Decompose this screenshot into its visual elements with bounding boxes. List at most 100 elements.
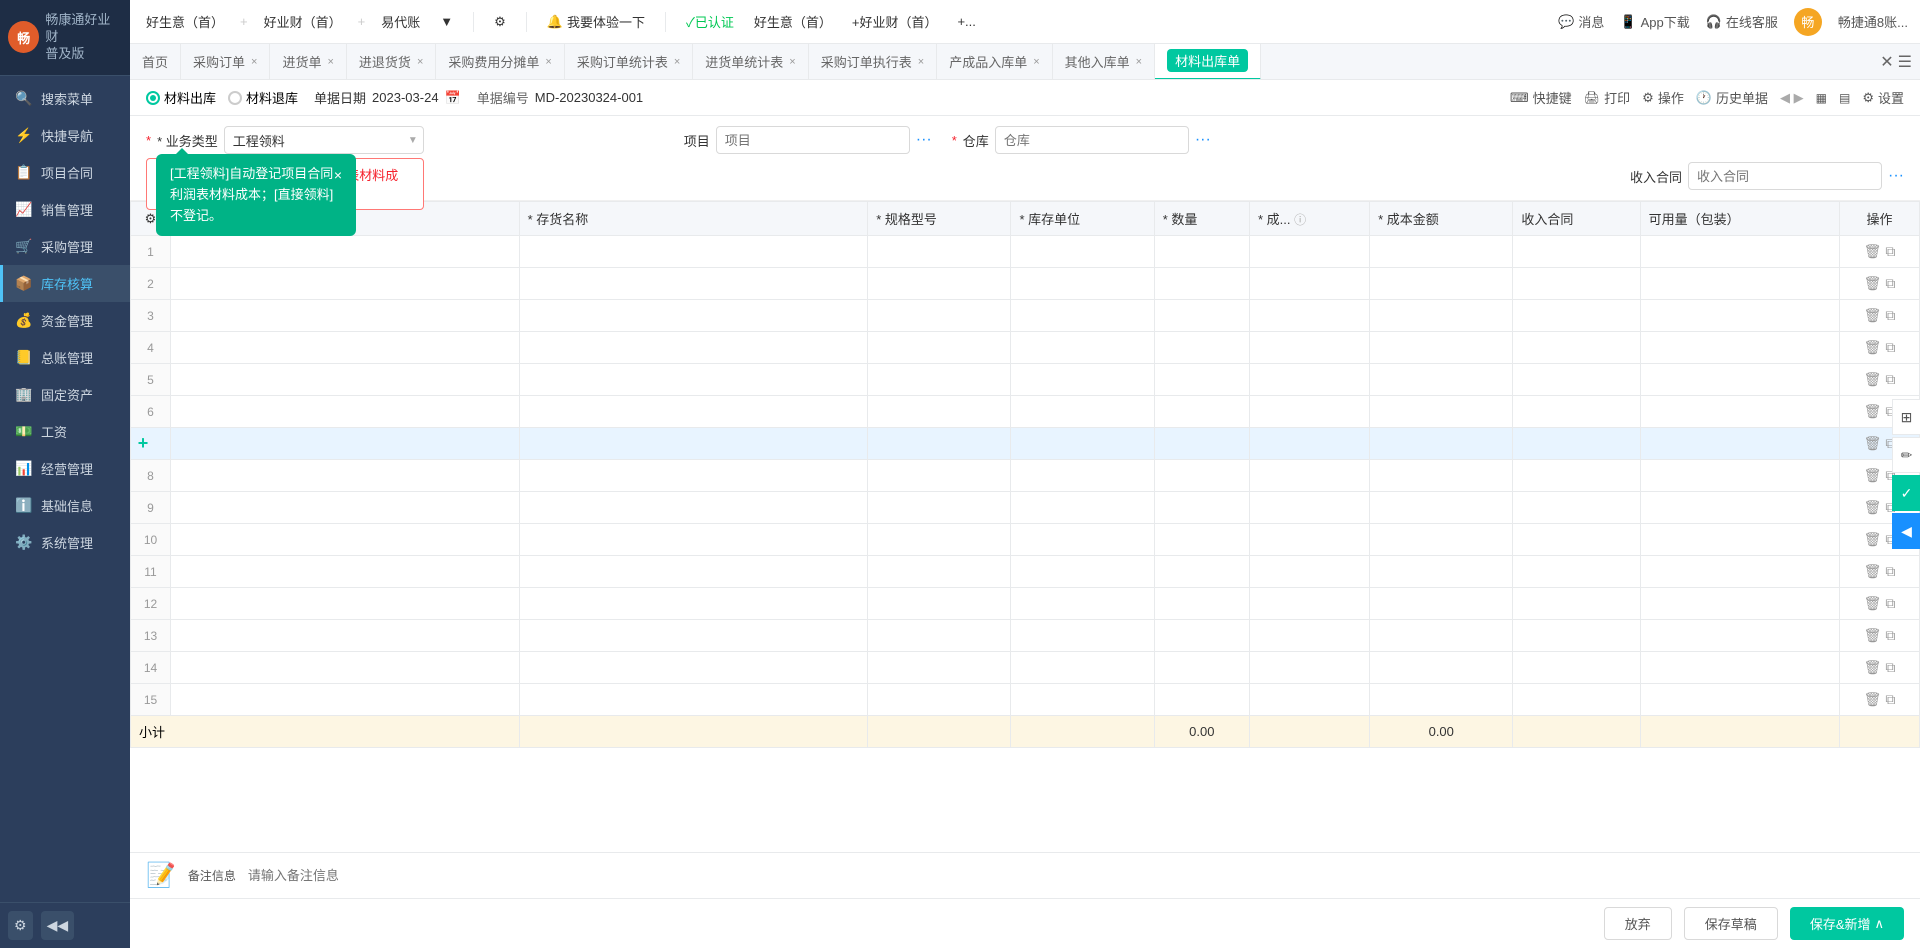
copy-icon[interactable]: ⧉ — [1885, 243, 1895, 260]
nav-settings-icon[interactable]: ⚙ — [490, 12, 510, 32]
nav-hs2[interactable]: 好生意（首） — [750, 10, 836, 33]
sidebar-item-采购管理[interactable]: 🛒采购管理 — [0, 228, 130, 265]
project-input[interactable] — [716, 126, 910, 154]
app-download-btn[interactable]: 📱 App下载 — [1620, 12, 1689, 31]
nav-certified[interactable]: ✓已认证 — [682, 10, 738, 33]
cell-spec[interactable] — [868, 492, 1011, 524]
delete-icon[interactable]: 🗑 — [1864, 403, 1882, 420]
tab-close-icon[interactable]: × — [674, 56, 680, 68]
view-mode-grid[interactable]: ▦ — [1816, 91, 1827, 105]
cell-project[interactable] — [171, 396, 520, 428]
cell-project[interactable] — [171, 524, 520, 556]
cell-project[interactable] — [171, 620, 520, 652]
copy-icon[interactable]: ⧉ — [1885, 659, 1895, 676]
cell-project[interactable] — [171, 268, 520, 300]
cell-cost[interactable] — [1249, 268, 1369, 300]
cell-project[interactable] — [171, 556, 520, 588]
user-avatar[interactable]: 畅 — [1794, 8, 1822, 36]
cell-goods-name[interactable] — [519, 236, 868, 268]
cell-qty[interactable] — [1154, 556, 1249, 588]
tab-close-icon[interactable]: × — [1033, 56, 1039, 68]
cell-unit[interactable] — [1011, 620, 1154, 652]
cell-unit[interactable] — [1011, 684, 1154, 716]
cell-qty[interactable] — [1154, 588, 1249, 620]
discard-button[interactable]: 放弃 — [1604, 907, 1672, 940]
cell-qty[interactable] — [1154, 428, 1249, 460]
cell-project[interactable] — [171, 588, 520, 620]
cell-cost[interactable] — [1249, 428, 1369, 460]
cell-cost-amount[interactable] — [1370, 524, 1513, 556]
cell-income-contract[interactable] — [1513, 460, 1640, 492]
cell-cost[interactable] — [1249, 556, 1369, 588]
cell-spec[interactable] — [868, 652, 1011, 684]
sidebar-item-销售管理[interactable]: 📈销售管理 — [0, 191, 130, 228]
copy-icon[interactable]: ⧉ — [1885, 563, 1895, 580]
copy-icon[interactable]: ⧉ — [1885, 275, 1895, 292]
warehouse-dots-btn[interactable]: ··· — [1195, 132, 1211, 148]
cell-available[interactable] — [1640, 620, 1839, 652]
tab-close-icon[interactable]: × — [327, 56, 333, 68]
copy-icon[interactable]: ⧉ — [1885, 339, 1895, 356]
cell-available[interactable] — [1640, 300, 1839, 332]
nav-hyc2[interactable]: +好业财（首） — [848, 10, 942, 33]
tab-1[interactable]: 采购订单× — [181, 44, 270, 80]
cell-cost-amount[interactable] — [1370, 684, 1513, 716]
cell-available[interactable] — [1640, 268, 1839, 300]
nav-experience[interactable]: 🔔 我要体验一下 — [543, 10, 649, 33]
nav-yidaizhang[interactable]: 易代账 — [377, 10, 424, 33]
delete-icon[interactable]: 🗑 — [1864, 531, 1882, 548]
cell-income-contract[interactable] — [1513, 556, 1640, 588]
cell-income-contract[interactable] — [1513, 524, 1640, 556]
nav-haoyecai[interactable]: 好业财（首） — [260, 10, 346, 33]
cell-goods-name[interactable] — [519, 300, 868, 332]
cell-cost[interactable] — [1249, 588, 1369, 620]
income-contract-dots-btn[interactable]: ··· — [1888, 168, 1904, 184]
cell-cost[interactable] — [1249, 364, 1369, 396]
save-new-button[interactable]: 保存&新增 ∧ — [1790, 907, 1904, 940]
cell-project[interactable] — [171, 460, 520, 492]
cell-spec[interactable] — [868, 268, 1011, 300]
cell-qty[interactable] — [1154, 492, 1249, 524]
delete-icon[interactable]: 🗑 — [1864, 307, 1882, 324]
tab-3[interactable]: 进退货货× — [347, 44, 436, 80]
project-dots-btn[interactable]: ··· — [916, 132, 932, 148]
sidebar-item-工资[interactable]: 💵工资 — [0, 413, 130, 450]
cell-goods-name[interactable] — [519, 652, 868, 684]
tab-2[interactable]: 进货单× — [270, 44, 346, 80]
cell-unit[interactable] — [1011, 300, 1154, 332]
cell-cost[interactable] — [1249, 620, 1369, 652]
cell-income-contract[interactable] — [1513, 396, 1640, 428]
tab-close-icon[interactable]: × — [545, 56, 551, 68]
cell-available[interactable] — [1640, 460, 1839, 492]
cell-available[interactable] — [1640, 684, 1839, 716]
cell-spec[interactable] — [868, 332, 1011, 364]
cell-goods-name[interactable] — [519, 268, 868, 300]
cell-unit[interactable] — [1011, 268, 1154, 300]
cell-goods-name[interactable] — [519, 460, 868, 492]
cell-income-contract[interactable] — [1513, 652, 1640, 684]
cell-income-contract[interactable] — [1513, 620, 1640, 652]
tab-10[interactable]: 材料出库单 — [1155, 44, 1261, 80]
cell-goods-name[interactable] — [519, 620, 868, 652]
message-btn[interactable]: 💬 消息 — [1558, 12, 1604, 31]
cell-unit[interactable] — [1011, 236, 1154, 268]
cell-unit[interactable] — [1011, 492, 1154, 524]
goods-name-cell-input[interactable] — [520, 428, 868, 459]
delete-icon[interactable]: 🗑 — [1864, 467, 1882, 484]
cell-cost[interactable] — [1249, 332, 1369, 364]
cell-spec[interactable] — [868, 428, 1011, 460]
income-contract-input[interactable] — [1688, 162, 1882, 190]
cell-available[interactable] — [1640, 428, 1839, 460]
cell-available[interactable] — [1640, 364, 1839, 396]
view-mode-list[interactable]: ▤ — [1839, 91, 1850, 105]
cell-spec[interactable] — [868, 396, 1011, 428]
cell-cost-amount[interactable] — [1370, 300, 1513, 332]
delete-icon[interactable]: 🗑 — [1864, 563, 1882, 580]
tab-list-btn[interactable]: ☰ — [1898, 52, 1912, 72]
cell-project[interactable] — [171, 684, 520, 716]
radio-return[interactable]: 材料退库 — [228, 88, 298, 107]
cell-cost[interactable] — [1249, 492, 1369, 524]
cell-cost[interactable] — [1249, 524, 1369, 556]
cell-income-contract[interactable] — [1513, 332, 1640, 364]
cell-goods-name[interactable] — [519, 332, 868, 364]
